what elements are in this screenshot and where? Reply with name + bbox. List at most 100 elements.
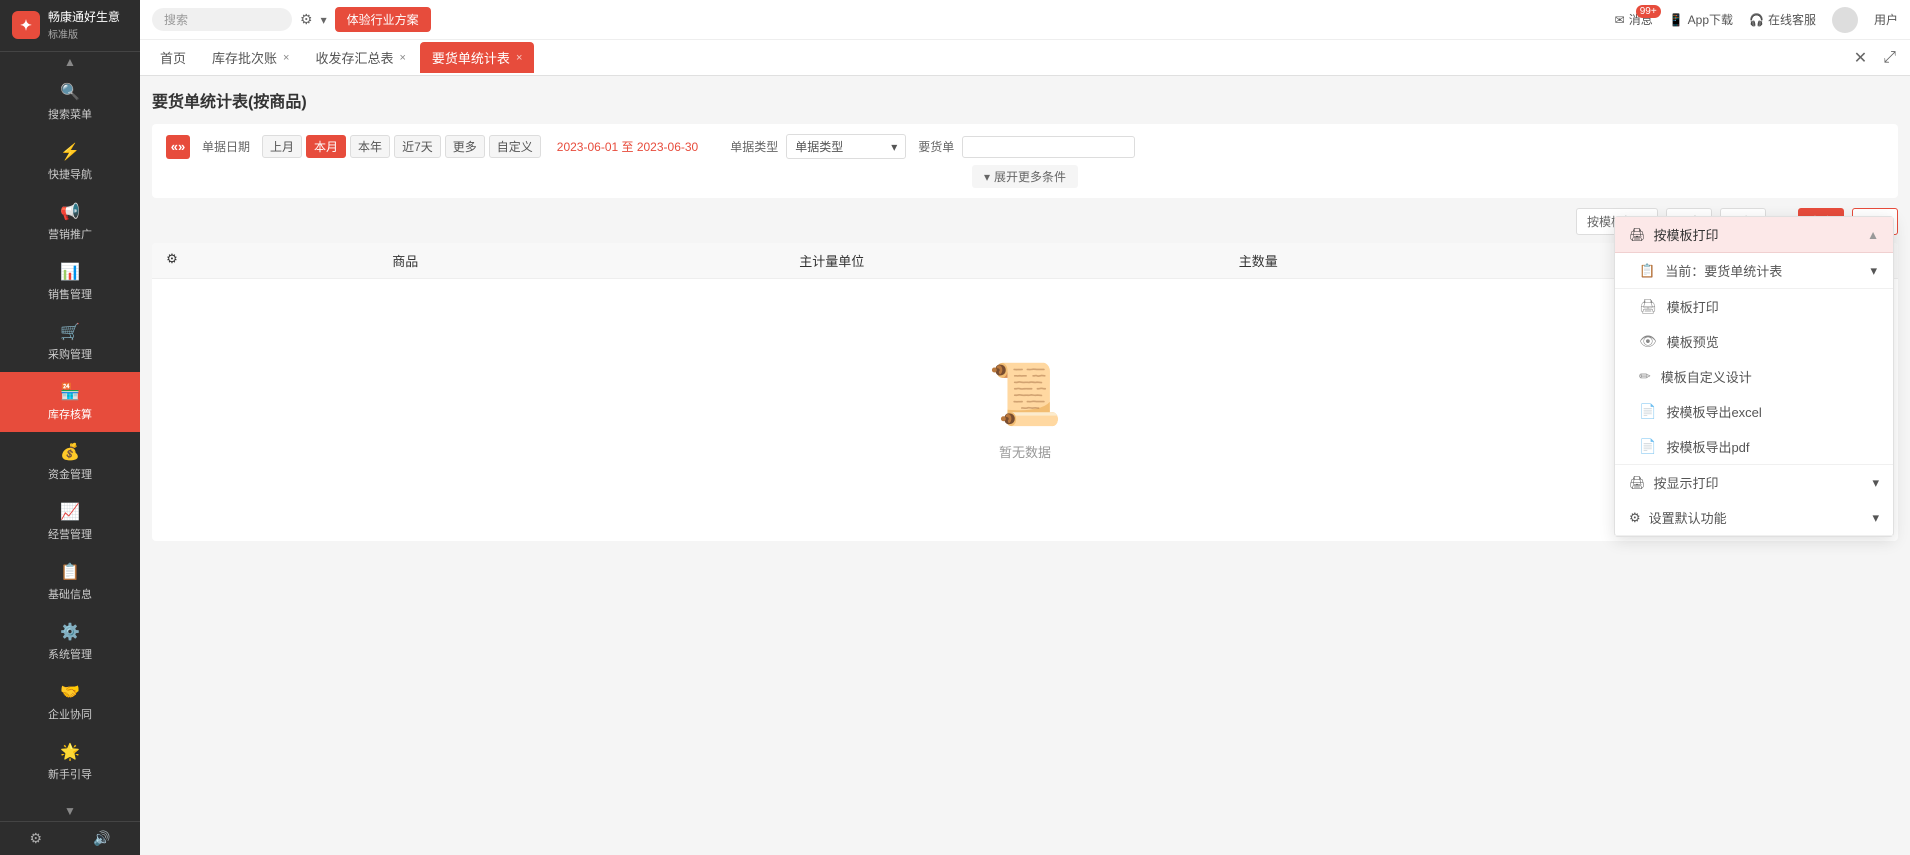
sidebar-item-purchase[interactable]: 🛒 采购管理	[0, 312, 140, 372]
dropdown-current-item[interactable]: 📋 当前：要货单统计表 ▾	[1615, 253, 1893, 288]
sidebar-audio-icon[interactable]: 🔊	[93, 830, 110, 847]
headset-icon: 🎧	[1749, 13, 1764, 27]
order-type-label: 单据类型	[730, 138, 778, 155]
date-btn-year[interactable]: 本年	[350, 135, 390, 158]
purchase-icon: 🛒	[60, 322, 80, 342]
sidebar-item-operation[interactable]: 📈 经营管理	[0, 492, 140, 552]
message-icon: ✉	[1615, 13, 1625, 27]
header-gear-icon[interactable]: ⚙	[300, 11, 313, 28]
operation-icon: 📈	[60, 502, 80, 522]
printer-icon: 🖨	[1629, 227, 1646, 243]
expand-row: ▾ 展开更多条件	[166, 165, 1884, 188]
sidebar-settings-icon[interactable]: ⚙	[30, 830, 43, 847]
tab-home[interactable]: 首页	[148, 42, 198, 73]
main-area: 搜索 ⚙ ▾ 体验行业方案 ✉ 消息 99+ 📱 App下载 🎧 在线客服 用户	[140, 0, 1910, 855]
dropdown-group-item-set-default[interactable]: ⚙ 设置默认功能 ▾	[1615, 500, 1893, 535]
top-search-bar[interactable]: 搜索	[152, 8, 292, 31]
dropdown-current-section: 📋 当前：要货单统计表 ▾	[1615, 253, 1893, 289]
tabs-actions: ✕ ⤢	[1848, 46, 1902, 70]
sidebar-item-inventory[interactable]: 🏪 库存核算	[0, 372, 140, 432]
tab-close-demand-stats[interactable]: ×	[516, 52, 522, 64]
expand-conditions-button[interactable]: ▾ 展开更多条件	[972, 165, 1078, 188]
search-icon: 🔍	[60, 82, 80, 102]
date-btn-more[interactable]: 更多	[445, 135, 485, 158]
page-title: 要货单统计表(按商品)	[152, 88, 1898, 112]
template-print-icon: 🖨	[1639, 298, 1657, 315]
try-industry-button[interactable]: 体验行业方案	[335, 7, 431, 32]
dropdown-group-item-display-print[interactable]: 🖨 按显示打印 ▾	[1615, 465, 1893, 500]
tab-inventory-batch[interactable]: 库存批次账×	[200, 42, 301, 73]
date-btn-current[interactable]: 本月	[306, 135, 346, 158]
sidebar-item-marketing[interactable]: 📢 营销推广	[0, 192, 140, 252]
tab-label-home: 首页	[160, 48, 186, 67]
tab-demand-stats[interactable]: 要货单统计表 ×	[420, 42, 534, 73]
online-service-button[interactable]: 🎧 在线客服	[1749, 11, 1816, 28]
tabs-bar: 首页库存批次账× 收发存汇总表 × 要货单统计表 × ✕ ⤢	[140, 40, 1910, 76]
template-pdf-label: 按模板导出pdf	[1666, 437, 1749, 456]
tab-receipt-summary[interactable]: 收发存汇总表 ×	[303, 42, 417, 73]
messages-badge: 99+	[1636, 5, 1661, 18]
tab-label-receipt-summary: 收发存汇总表	[315, 48, 393, 67]
marketing-icon: 📢	[60, 202, 80, 222]
order-type-select[interactable]: 单据类型 ▾	[786, 134, 906, 159]
system-icon: ⚙️	[60, 622, 80, 642]
date-label: 单据日期	[202, 138, 250, 155]
date-btn-week7[interactable]: 近7天	[394, 135, 441, 158]
sidebar-item-app-center[interactable]: 📱 应用中心	[0, 792, 140, 801]
dropdown-item-template-pdf[interactable]: 📄 按模板导出pdf	[1615, 429, 1893, 464]
sidebar-item-finance[interactable]: 💰 资金管理	[0, 432, 140, 492]
sidebar-item-guide[interactable]: 🌟 新手引导	[0, 732, 140, 792]
tab-close-receipt-summary[interactable]: ×	[399, 52, 405, 64]
template-pdf-icon: 📄	[1639, 438, 1656, 455]
app-download-button[interactable]: 📱 App下载	[1669, 11, 1733, 28]
sidebar-scroll-down[interactable]: ▼	[0, 801, 140, 821]
finance-icon: 💰	[60, 442, 80, 462]
no-data-icon: 📜	[988, 359, 1063, 430]
table-header-settings[interactable]: ⚙	[152, 251, 192, 270]
sidebar-item-search[interactable]: 🔍 搜索菜单	[0, 72, 140, 132]
sidebar-item-quick-nav[interactable]: ⚡ 快捷导航	[0, 132, 140, 192]
sidebar-item-sales[interactable]: 📊 销售管理	[0, 252, 140, 312]
select-arrow-icon: ▾	[891, 140, 897, 154]
dropdown-group-section: 🖨 按显示打印 ▾ ⚙ 设置默认功能 ▾	[1615, 465, 1893, 536]
user-avatar[interactable]	[1832, 7, 1858, 33]
dropdown-item-template-excel[interactable]: 📄 按模板导出excel	[1615, 394, 1893, 429]
no-data-text: 暂无数据	[999, 442, 1051, 461]
set-default-icon: ⚙	[1629, 510, 1641, 526]
guide-icon: 🌟	[60, 742, 80, 762]
sidebar-scroll-up[interactable]: ▲	[0, 52, 140, 72]
header-chevron-icon[interactable]: ▾	[321, 13, 327, 27]
current-label: 当前：要货单统计表	[1665, 261, 1782, 280]
search-placeholder-text: 搜索	[164, 13, 188, 27]
phone-icon: 📱	[1669, 13, 1684, 27]
tab-label-demand-stats: 要货单统计表	[432, 48, 510, 67]
close-tab-icon[interactable]: ✕	[1848, 46, 1873, 70]
template-excel-label: 按模板导出excel	[1666, 402, 1761, 421]
dropdown-items-section: 🖨 模板打印 👁 模板预览 ✏ 模板自定义设计 📄 按模板导出excel 📄 按…	[1615, 289, 1893, 465]
dropdown-item-template-design[interactable]: ✏ 模板自定义设计	[1615, 359, 1893, 394]
display-print-icon: 🖨	[1629, 475, 1646, 491]
dropdown-item-template-preview[interactable]: 👁 模板预览	[1615, 324, 1893, 359]
template-preview-icon: 👁	[1639, 333, 1657, 350]
dropdown-title: 按模板打印	[1654, 225, 1719, 244]
user-name: 用户	[1874, 11, 1898, 28]
dropdown-header[interactable]: 🖨 按模板打印 ▲	[1615, 217, 1893, 253]
app-logo-text-group: 畅康通好生意 标准版	[48, 10, 120, 41]
enterprise-icon: 🤝	[60, 682, 80, 702]
date-btn-custom[interactable]: 自定义	[489, 135, 541, 158]
date-btn-prev[interactable]: 上月	[262, 135, 302, 158]
sidebar-item-system[interactable]: ⚙️ 系统管理	[0, 612, 140, 672]
app-logo-icon: ✦	[12, 11, 40, 39]
sidebar-item-basic[interactable]: 📋 基础信息	[0, 552, 140, 612]
demand-goods-input[interactable]	[962, 136, 1135, 158]
dropdown-item-template-print[interactable]: 🖨 模板打印	[1615, 289, 1893, 324]
collapse-filter-icon[interactable]: «»	[166, 135, 190, 159]
tab-close-inventory-batch[interactable]: ×	[283, 52, 289, 64]
quick-nav-icon: ⚡	[60, 142, 80, 162]
sidebar-item-enterprise[interactable]: 🤝 企业协同	[0, 672, 140, 732]
sidebar-nav: 🔍 搜索菜单 ⚡ 快捷导航 📢 营销推广 📊 销售管理 🛒 采购管理 🏪 库存核…	[0, 72, 140, 801]
messages-button[interactable]: ✉ 消息 99+	[1615, 11, 1653, 28]
template-design-label: 模板自定义设计	[1661, 367, 1752, 386]
app-name: 畅康通好生意	[48, 10, 120, 26]
expand-window-icon[interactable]: ⤢	[1877, 47, 1902, 69]
